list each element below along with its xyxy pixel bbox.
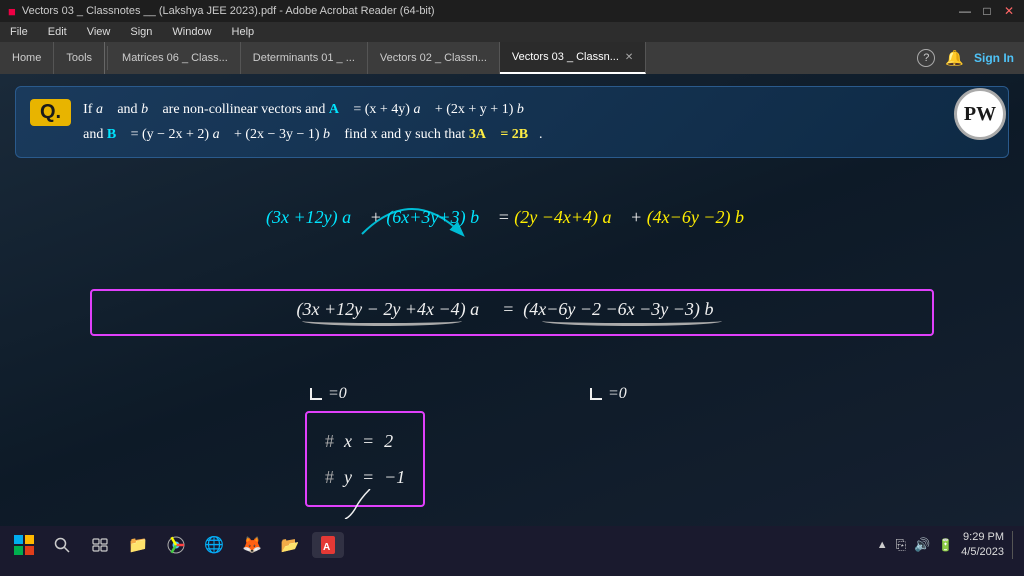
- time-display: 9:29 PM: [961, 530, 1004, 545]
- question-box: Q. If a⃗ and b⃗ are non-collinear vector…: [15, 86, 1009, 158]
- zero-label-right: =0: [590, 385, 627, 403]
- menu-edit[interactable]: Edit: [44, 26, 71, 38]
- question-label: Q.: [30, 99, 71, 126]
- tab-vectors03[interactable]: Vectors 03 _ Classn... ✕: [500, 42, 646, 74]
- svg-text:A: A: [323, 542, 330, 553]
- edge-icon[interactable]: 🌐: [198, 532, 230, 558]
- menu-window[interactable]: Window: [168, 26, 215, 38]
- tab-determinants[interactable]: Determinants 01 _ ...: [241, 42, 368, 74]
- menu-bar: File Edit View Sign Window Help: [0, 22, 1024, 42]
- files-icon[interactable]: 📂: [274, 532, 306, 558]
- start-button[interactable]: [8, 529, 40, 561]
- task-view-icon-svg: [92, 538, 108, 552]
- volume-icon[interactable]: 🔊: [914, 537, 930, 553]
- tab-bar-right: ? 🔔 Sign In: [907, 42, 1024, 74]
- taskbar: 📁 🌐 🦊 📂 A ▲ ⎘: [0, 526, 1024, 564]
- zero-label-left: =0: [310, 385, 347, 403]
- answer-x: # x = 2: [325, 423, 405, 459]
- acrobat-icon-svg: A: [319, 535, 337, 555]
- windows-logo-icon: [13, 534, 35, 556]
- tab-close-icon[interactable]: ✕: [625, 52, 633, 63]
- pw-logo: PW: [954, 88, 1006, 140]
- signin-button[interactable]: Sign In: [974, 51, 1014, 65]
- title-bar: ■ Vectors 03 _ Classnotes __ (Lakshya JE…: [0, 0, 1024, 22]
- minimize-button[interactable]: —: [958, 4, 972, 18]
- window-title: Vectors 03 _ Classnotes __ (Lakshya JEE …: [22, 5, 435, 17]
- taskbar-left: 📁 🌐 🦊 📂 A: [8, 529, 344, 561]
- slide-background: PW Q. If a⃗ and b⃗ are non-collinear vec…: [0, 74, 1024, 526]
- taskbar-right: ▲ ⎘ 🔊 🔋 9:29 PM 4/5/2023: [877, 530, 1016, 561]
- chrome-icon[interactable]: [160, 532, 192, 558]
- menu-file[interactable]: File: [6, 26, 32, 38]
- show-hidden-icons[interactable]: ▲: [877, 539, 888, 551]
- search-icon: [54, 537, 70, 553]
- clock[interactable]: 9:29 PM 4/5/2023: [961, 530, 1004, 561]
- network-icon[interactable]: ⎘: [896, 537, 906, 553]
- chrome-icon-svg: [167, 536, 185, 554]
- content-area: PW Q. If a⃗ and b⃗ are non-collinear vec…: [0, 74, 1024, 526]
- file-explorer-icon[interactable]: 📁: [122, 532, 154, 558]
- firefox-icon[interactable]: 🦊: [236, 532, 268, 558]
- menu-help[interactable]: Help: [228, 26, 259, 38]
- show-desktop-button[interactable]: [1012, 531, 1016, 559]
- date-display: 4/5/2023: [961, 545, 1004, 560]
- acrobat-taskbar-icon[interactable]: A: [312, 532, 344, 558]
- bracket-svg: [340, 489, 400, 519]
- question-text: If a⃗ and b⃗ are non-collinear vectors a…: [83, 97, 542, 147]
- tab-matrices[interactable]: Matrices 06 _ Class...: [110, 42, 241, 74]
- menu-view[interactable]: View: [83, 26, 115, 38]
- toolbar-home[interactable]: Home: [0, 42, 54, 74]
- equation-line2-box: (3x +12y − 2y +4x −4) a⃗ = (4x−6y −2 −6x…: [90, 289, 934, 336]
- maximize-button[interactable]: □: [980, 4, 994, 18]
- search-taskbar-icon[interactable]: [46, 532, 78, 558]
- help-icon[interactable]: ?: [917, 49, 935, 67]
- battery-icon[interactable]: 🔋: [938, 538, 953, 552]
- bell-icon[interactable]: 🔔: [945, 49, 964, 67]
- menu-sign[interactable]: Sign: [126, 26, 156, 38]
- nav-tabs: Home Tools Matrices 06 _ Class... Determ…: [0, 42, 907, 74]
- tab-bar: Home Tools Matrices 06 _ Class... Determ…: [0, 42, 1024, 74]
- tab-vectors02[interactable]: Vectors 02 _ Classn...: [368, 42, 500, 74]
- toolbar-tools[interactable]: Tools: [54, 42, 105, 74]
- task-view-icon[interactable]: [84, 532, 116, 558]
- equation-line1: (3x +12y) a⃗ + (6x+3y+3) b⃗ = (2y −4x+4)…: [0, 207, 1024, 228]
- math-area: (3x +12y) a⃗ + (6x+3y+3) b⃗ = (2y −4x+4)…: [0, 179, 1024, 526]
- close-button[interactable]: ✕: [1002, 4, 1016, 18]
